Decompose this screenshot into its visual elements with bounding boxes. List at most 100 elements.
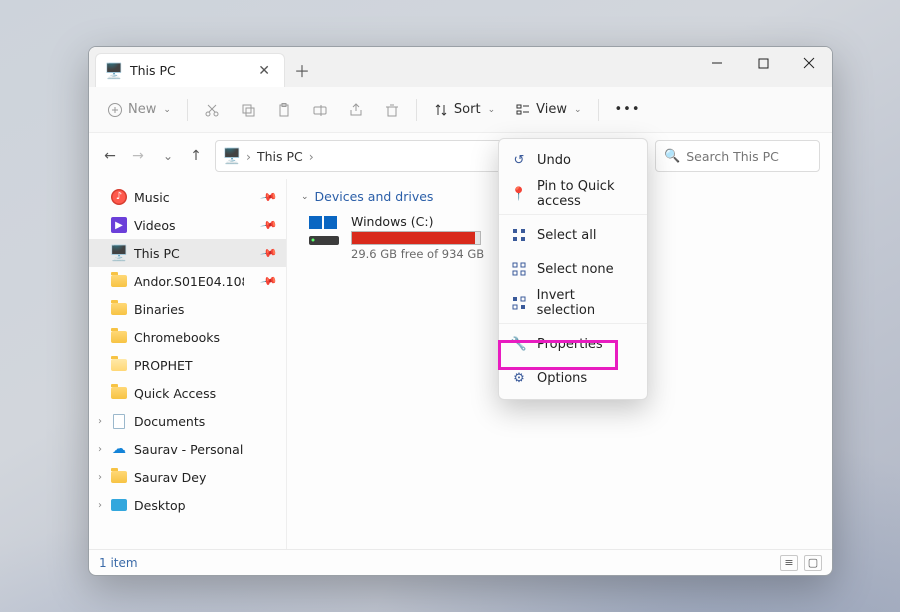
forward-button[interactable]: →	[129, 147, 147, 165]
chevron-right-icon[interactable]: ›	[95, 500, 105, 511]
folder-icon	[111, 471, 127, 483]
up-button[interactable]: ↑	[187, 147, 205, 165]
drive-icon	[307, 214, 341, 248]
search-icon: 🔍	[664, 149, 680, 164]
minimize-button[interactable]	[694, 47, 740, 79]
menu-item-label: Invert selection	[537, 288, 635, 318]
share-button[interactable]	[338, 93, 374, 127]
sidebar-item-label: PROPHET	[134, 358, 193, 373]
sidebar-item-prophet[interactable]: PROPHET	[89, 351, 286, 379]
sidebar-item-binaries[interactable]: Binaries	[89, 295, 286, 323]
copy-button[interactable]	[230, 93, 266, 127]
rename-button[interactable]	[302, 93, 338, 127]
separator	[416, 99, 417, 121]
chevron-right-icon[interactable]: ›	[95, 472, 105, 483]
sidebar-item-quick-access[interactable]: Quick Access	[89, 379, 286, 407]
tab-close-button[interactable]: ✕	[252, 61, 276, 81]
menu-separator	[499, 214, 647, 215]
wrench-icon: 🔧	[511, 336, 527, 352]
sidebar-item-onedrive[interactable]: › ☁ Saurav - Personal	[89, 435, 286, 463]
sidebar-item-videos[interactable]: ▶ Videos 📌	[89, 211, 286, 239]
chevron-right-icon[interactable]: ›	[95, 444, 105, 455]
monitor-icon: 🖥️	[106, 63, 122, 79]
select-all-icon	[511, 227, 527, 243]
pin-icon: 📌	[260, 244, 279, 263]
gear-icon: ⚙	[511, 370, 527, 386]
menu-item-select-all[interactable]: Select all	[499, 218, 647, 252]
clipboard-icon	[276, 102, 292, 118]
cut-button[interactable]	[194, 93, 230, 127]
sidebar-item-documents[interactable]: › Documents	[89, 407, 286, 435]
scissors-icon	[204, 102, 220, 118]
new-tab-button[interactable]: ＋	[285, 53, 319, 87]
desktop-icon	[111, 499, 127, 511]
tab-this-pc[interactable]: 🖥️ This PC ✕	[95, 53, 285, 87]
chevron-right-icon: ›	[246, 149, 251, 164]
menu-item-label: Properties	[537, 337, 603, 352]
plus-circle-icon	[107, 102, 123, 118]
chevron-right-icon: ›	[309, 149, 314, 164]
trash-icon	[384, 102, 400, 118]
view-button[interactable]: View⌄	[505, 93, 591, 127]
nav-pane[interactable]: ♪ Music 📌 ▶ Videos 📌 🖥️ This PC 📌 Andor.…	[89, 179, 287, 549]
search-input[interactable]	[686, 149, 833, 164]
sidebar-item-label: Desktop	[134, 498, 186, 513]
paste-button[interactable]	[266, 93, 302, 127]
menu-item-undo[interactable]: ↺ Undo	[499, 143, 647, 177]
menu-item-label: Pin to Quick access	[537, 179, 635, 209]
chevron-down-icon: ⌄	[488, 105, 496, 115]
menu-item-label: Select all	[537, 228, 596, 243]
more-menu: ↺ Undo 📍 Pin to Quick access Select all …	[498, 138, 648, 400]
search-box[interactable]: 🔍	[655, 140, 820, 172]
sidebar-item-chromebooks[interactable]: Chromebooks	[89, 323, 286, 351]
sidebar-item-music[interactable]: ♪ Music 📌	[89, 183, 286, 211]
breadcrumb-this-pc[interactable]: This PC	[257, 149, 303, 164]
menu-separator	[499, 323, 647, 324]
command-toolbar: New⌄ Sort⌄ View⌄ •••	[89, 87, 832, 133]
pin-icon: 📌	[260, 272, 279, 291]
sidebar-item-andor[interactable]: Andor.S01E04.1080p.WEB 📌	[89, 267, 286, 295]
maximize-button[interactable]	[740, 47, 786, 79]
sidebar-item-this-pc[interactable]: 🖥️ This PC 📌	[89, 239, 286, 267]
thumbnails-view-button[interactable]: ▢	[804, 555, 822, 571]
folder-icon	[111, 387, 127, 399]
cloud-icon: ☁	[111, 441, 127, 457]
drive-info: Windows (C:) 29.6 GB free of 934 GB	[351, 214, 484, 261]
chevron-right-icon[interactable]: ›	[95, 416, 105, 427]
more-button[interactable]: •••	[605, 93, 651, 127]
folder-icon	[111, 331, 127, 343]
select-none-icon	[511, 261, 527, 277]
new-button[interactable]: New ⌄	[97, 93, 181, 127]
sidebar-item-userfolder[interactable]: › Saurav Dey	[89, 463, 286, 491]
group-header-label: Devices and drives	[315, 189, 434, 204]
new-label: New	[128, 102, 156, 117]
sidebar-item-label: Videos	[134, 218, 176, 233]
window-controls	[694, 47, 832, 79]
folder-icon	[111, 303, 127, 315]
recent-locations-button[interactable]: ⌄	[159, 147, 177, 165]
menu-item-options[interactable]: ⚙ Options	[499, 361, 647, 395]
menu-item-invert-selection[interactable]: Invert selection	[499, 286, 647, 320]
drive-usage-fill	[352, 232, 475, 244]
sidebar-item-label: Saurav - Personal	[134, 442, 243, 457]
back-button[interactable]: ←	[101, 147, 119, 165]
menu-item-label: Select none	[537, 262, 614, 277]
explorer-window: 🖥️ This PC ✕ ＋ New⌄ Sort⌄ View⌄	[88, 46, 833, 576]
sort-button[interactable]: Sort⌄	[423, 93, 505, 127]
menu-item-pin[interactable]: 📍 Pin to Quick access	[499, 177, 647, 211]
video-icon: ▶	[111, 217, 127, 233]
separator	[187, 99, 188, 121]
menu-item-select-none[interactable]: Select none	[499, 252, 647, 286]
sidebar-item-desktop[interactable]: › Desktop	[89, 491, 286, 519]
sidebar-item-label: Saurav Dey	[134, 470, 206, 485]
delete-button[interactable]	[374, 93, 410, 127]
view-label: View	[536, 102, 567, 117]
chevron-down-icon: ⌄	[163, 105, 171, 115]
sidebar-item-label: Andor.S01E04.1080p.WEB	[134, 274, 244, 289]
close-button[interactable]	[786, 47, 832, 79]
menu-item-properties[interactable]: 🔧 Properties	[499, 327, 647, 361]
pin-icon: 📌	[260, 216, 279, 235]
nav-buttons: ← → ⌄ ↑	[101, 147, 205, 165]
ellipsis-icon: •••	[615, 102, 641, 117]
details-view-button[interactable]: ≡	[780, 555, 798, 571]
